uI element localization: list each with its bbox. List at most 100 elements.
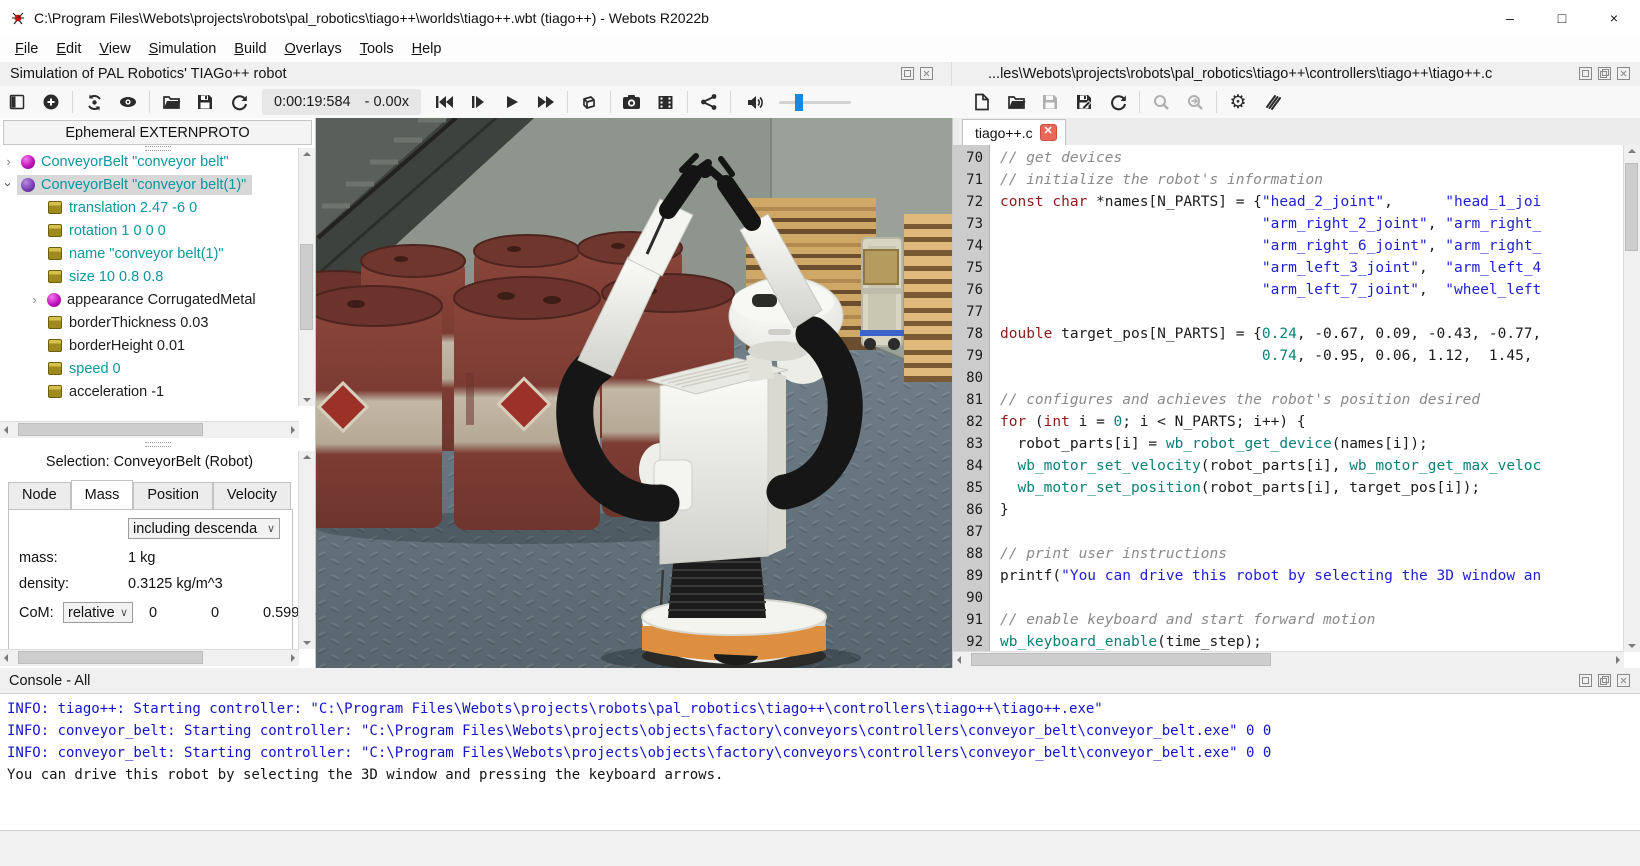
restore-dock-icon[interactable] — [1598, 67, 1611, 80]
expander-icon[interactable]: › — [26, 292, 43, 307]
tree-item[interactable]: translation 2.47 -6 0 — [0, 196, 298, 219]
code-line: // get devices — [1000, 150, 1123, 166]
toggle-dock-icon[interactable] — [0, 88, 34, 116]
code-area[interactable]: 70 71 72 73 74 75 76 77 78 79 80 81 82 83 84 85 86 87 88 89… — [953, 145, 1624, 652]
play-icon[interactable] — [495, 88, 529, 116]
console-title: Console - All — [9, 672, 91, 689]
menu-edit[interactable]: Edit — [47, 39, 90, 59]
scene-tree[interactable]: › ConveyorBelt "conveyor belt" › ConveyorBe… — [0, 150, 298, 406]
tab-position[interactable]: Position — [133, 482, 213, 509]
code-line: // configures and achieves the robot's p… — [1000, 392, 1481, 408]
tree-item[interactable]: speed 0 — [0, 357, 298, 380]
find-replace-icon[interactable] — [1178, 88, 1212, 116]
pallet-stack-right — [904, 214, 952, 382]
tree-item[interactable]: › appearance CorrugatedMetal — [0, 288, 298, 311]
new-file-icon[interactable] — [965, 88, 999, 116]
tree-item[interactable]: rotation 1 0 0 0 — [0, 219, 298, 242]
line-number: 86 — [966, 502, 983, 518]
revert-file-icon[interactable] — [1101, 88, 1135, 116]
expander-icon[interactable]: › — [0, 154, 17, 169]
tree-item[interactable]: size 10 0.8 0.8 — [0, 265, 298, 288]
add-node-icon[interactable] — [34, 88, 68, 116]
open-file-icon[interactable] — [999, 88, 1033, 116]
tree-item[interactable]: › ConveyorBelt "conveyor belt(1)" — [0, 173, 298, 196]
tab-mass[interactable]: Mass — [70, 480, 134, 509]
find-icon[interactable] — [1144, 88, 1178, 116]
fast-forward-icon[interactable] — [529, 88, 563, 116]
tree-item-label: size 10 0.8 0.8 — [69, 268, 164, 285]
tab-node[interactable]: Node — [8, 482, 71, 509]
save-as-icon[interactable] — [1067, 88, 1101, 116]
volume-slider-handle[interactable] — [794, 93, 803, 111]
minimize-button[interactable]: – — [1484, 0, 1536, 36]
ephemeral-externproto-button[interactable]: Ephemeral EXTERNPROTO — [3, 120, 312, 145]
maximize-button[interactable]: □ — [1536, 0, 1588, 36]
console-output[interactable]: INFO: tiago++: Starting controller: "C:\… — [0, 694, 1640, 830]
menu-simulation[interactable]: Simulation — [140, 39, 226, 59]
splitter-grip[interactable] — [144, 442, 171, 447]
editor-horizontal-scrollbar[interactable] — [953, 651, 1624, 668]
movie-icon[interactable] — [649, 88, 683, 116]
3d-viewport[interactable] — [316, 118, 952, 668]
save-world-icon[interactable] — [188, 88, 222, 116]
tab-close-icon[interactable]: ✕ — [1039, 124, 1057, 141]
open-world-icon[interactable] — [154, 88, 188, 116]
perspective-cube-icon[interactable] — [572, 88, 606, 116]
save-file-icon[interactable] — [1033, 88, 1067, 116]
mass-mode-dropdown[interactable]: including descenda ∨ — [128, 518, 280, 539]
menu-overlays[interactable]: Overlays — [276, 39, 351, 59]
render-view-icon[interactable] — [111, 88, 145, 116]
tree-vertical-scrollbar[interactable] — [298, 148, 315, 406]
line-number: 73 — [966, 216, 983, 232]
menu-tools[interactable]: Tools — [351, 39, 403, 59]
volume-slider[interactable] — [778, 93, 851, 111]
selection-vertical-scrollbar[interactable] — [298, 451, 315, 649]
close-dock-icon[interactable] — [920, 67, 933, 80]
sound-icon[interactable] — [739, 88, 773, 116]
tree-item[interactable]: borderThickness 0.03 — [0, 311, 298, 334]
cube-icon — [48, 362, 62, 375]
tree-horizontal-scrollbar[interactable] — [0, 421, 299, 438]
code-line: printf("You can drive this robot by sele… — [1000, 568, 1542, 584]
cube-icon — [48, 316, 62, 329]
com-mode-dropdown[interactable]: relative ∨ — [63, 602, 133, 623]
tab-velocity[interactable]: Velocity — [212, 482, 291, 509]
step-icon[interactable] — [461, 88, 495, 116]
reload-world-icon[interactable] — [222, 88, 256, 116]
preferences-gear-icon[interactable]: ⚙ — [1221, 88, 1255, 116]
menu-file[interactable]: File — [6, 39, 47, 59]
scene-dock-title: Simulation of PAL Robotics' TIAGo++ robo… — [10, 66, 287, 82]
com-label: CoM: — [19, 604, 54, 621]
tree-item[interactable]: › ConveyorBelt "conveyor belt" — [0, 150, 298, 173]
line-number: 78 — [966, 326, 983, 342]
skip-back-icon[interactable] — [427, 88, 461, 116]
expander-icon[interactable]: › — [1, 176, 16, 193]
reset-simulation-icon[interactable] — [77, 88, 111, 116]
close-button[interactable]: × — [1588, 0, 1640, 36]
close-dock-icon[interactable] — [1617, 674, 1630, 687]
restore-dock-icon[interactable] — [1598, 674, 1611, 687]
tree-item[interactable]: acceleration -1 — [0, 380, 298, 403]
tree-item[interactable]: borderHeight 0.01 — [0, 334, 298, 357]
editor-tab[interactable]: tiago++.c ✕ — [962, 119, 1066, 145]
float-dock-icon[interactable] — [901, 67, 914, 80]
menu-view[interactable]: View — [90, 39, 139, 59]
float-dock-icon[interactable] — [1579, 674, 1592, 687]
cube-icon — [48, 385, 62, 398]
float-dock-icon[interactable] — [1579, 67, 1592, 80]
editor-dock-header: ...les\Webots\projects\robots\pal_roboti… — [952, 62, 1640, 86]
close-dock-icon[interactable] — [1617, 67, 1630, 80]
cube-icon — [48, 201, 62, 214]
tree-item[interactable]: name "conveyor belt(1)" — [0, 242, 298, 265]
density-value: 0.3125 kg/m^3 — [128, 576, 223, 592]
menu-help[interactable]: Help — [403, 39, 451, 59]
syntax-highlight-icon[interactable] — [1255, 88, 1289, 116]
screenshot-icon[interactable] — [615, 88, 649, 116]
editor-vertical-scrollbar[interactable] — [1623, 145, 1640, 652]
menu-build[interactable]: Build — [225, 39, 275, 59]
selection-horizontal-scrollbar[interactable] — [0, 649, 299, 666]
torso — [646, 349, 789, 565]
code-line: // initialize the robot's information — [1000, 172, 1324, 188]
share-icon[interactable] — [692, 88, 726, 116]
